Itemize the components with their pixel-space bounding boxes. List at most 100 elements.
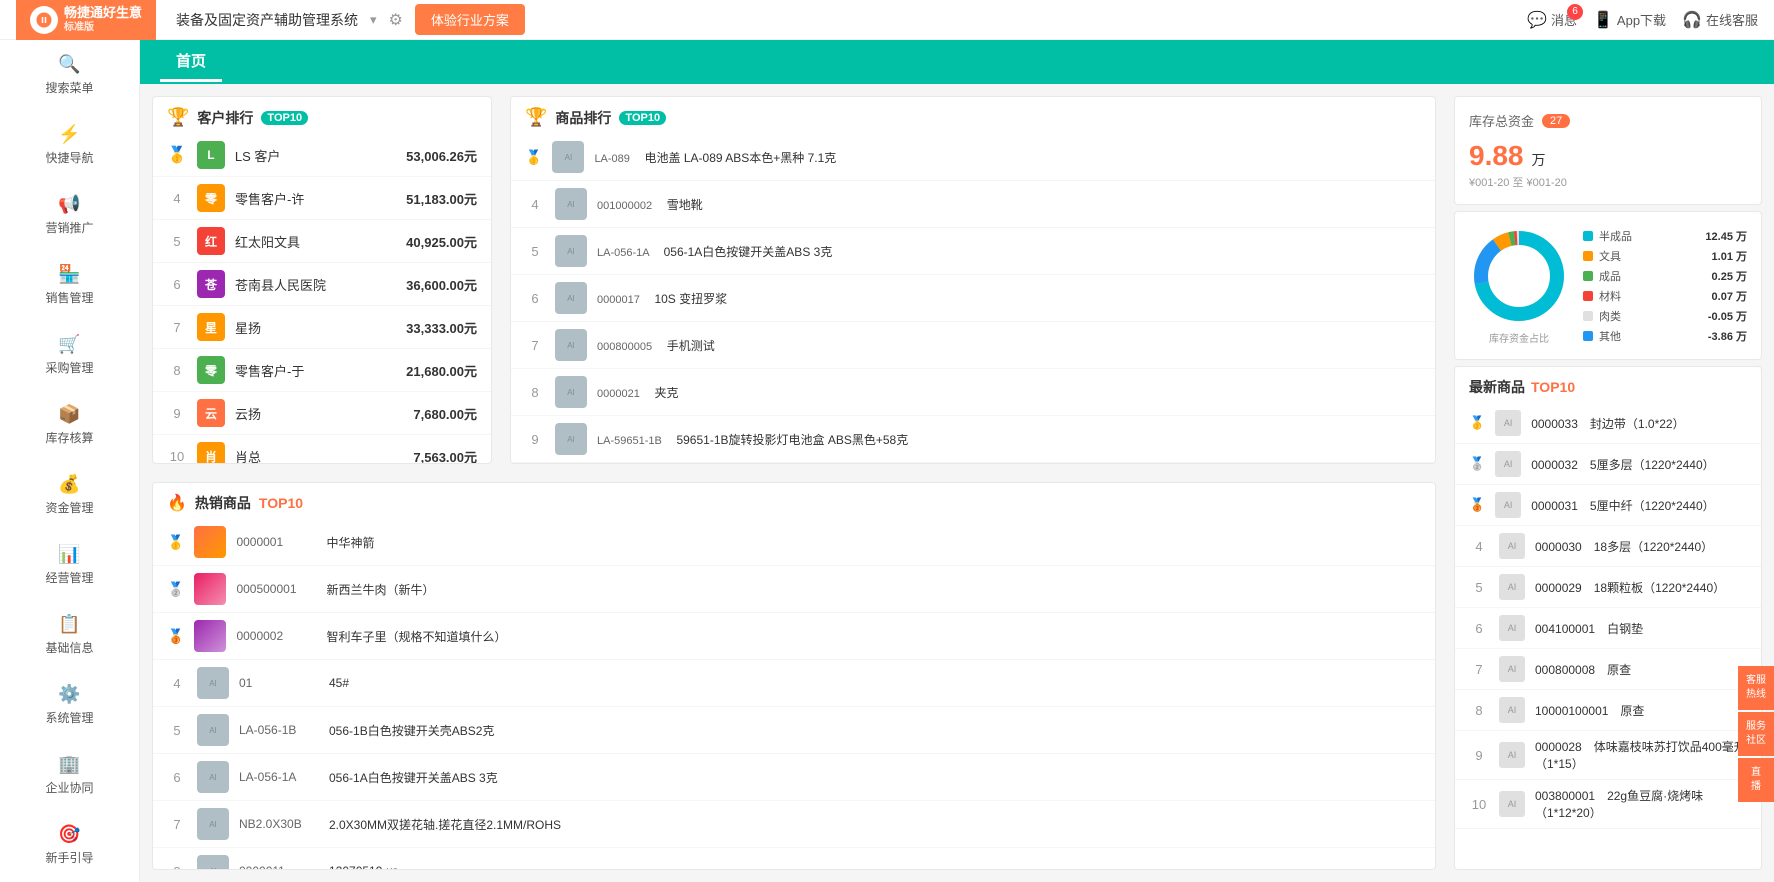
- hot-name-3: 智利车子里（规格不知道填什么）: [326, 628, 506, 645]
- p-rank-5: 7: [525, 338, 545, 353]
- customer-name-1: LS 客户: [235, 146, 396, 165]
- customer-ranking-table: 🥇 L LS 客户 53,006.26元 4 零 零售客户-许 51,183.0…: [153, 134, 491, 463]
- legend-name-material: 材料: [1599, 288, 1706, 304]
- sidebar-label-finance: 资金管理: [45, 499, 93, 516]
- online-service-btn[interactable]: 🎧 在线客服: [1682, 10, 1758, 30]
- gear-icon[interactable]: ⚙: [389, 10, 403, 30]
- hot-img-2: [194, 573, 226, 605]
- sidebar-item-newbie[interactable]: 🎯 新手引导: [0, 810, 139, 880]
- legend-value-stationery: 1.01 万: [1712, 248, 1747, 264]
- hot-name-5: 056-1B白色按键开关壳ABS2克: [329, 722, 494, 739]
- p-name-7: 59651-1B旋转投影灯电池盒 ABS黑色+58克: [676, 433, 908, 447]
- app-download-btn[interactable]: 📱 App下载: [1593, 10, 1666, 30]
- p-name-2: 雪地靴: [667, 198, 703, 212]
- sidebar-item-corp[interactable]: 🏢 企业协同: [0, 740, 139, 810]
- dropdown-arrow[interactable]: ▾: [370, 12, 377, 28]
- trophy-icon: 🏆: [167, 107, 189, 128]
- sidebar-item-base[interactable]: 📋 基础信息: [0, 600, 139, 670]
- sidebar-label-operations: 经营管理: [45, 569, 93, 586]
- live-btn[interactable]: 直播: [1738, 758, 1774, 802]
- rank-8: 10: [167, 449, 187, 464]
- sidebar-item-search[interactable]: 🔍 搜索菜单: [0, 40, 139, 110]
- customer-amount-3: 40,925.00元: [406, 232, 477, 251]
- online-service-label: 在线客服: [1706, 10, 1758, 29]
- hot-code-5: LA-056-1B: [239, 723, 319, 737]
- customer-amount-4: 36,600.00元: [406, 275, 477, 294]
- newest-medal-3: 🥉: [1469, 497, 1485, 513]
- rank-7: 9: [167, 406, 187, 421]
- avatar-7: 云: [197, 399, 225, 427]
- system-name: 装备及固定资产辅助管理系统: [176, 10, 358, 30]
- customer-row-3: 5 红 红太阳文具 40,925.00元: [153, 220, 491, 263]
- finance-icon: 💰: [58, 474, 80, 495]
- sidebar-item-finance[interactable]: 💰 资金管理: [0, 460, 139, 530]
- avatar-1: L: [197, 141, 225, 169]
- hot-code-7: NB2.0X30B: [239, 817, 319, 831]
- stock-unit: 万: [1532, 150, 1546, 170]
- hot-medal-2: 🥈: [167, 581, 184, 598]
- avatar-4: 苍: [197, 270, 225, 298]
- customer-name-5: 星扬: [235, 318, 396, 337]
- legend-value-finished: 0.25 万: [1712, 268, 1747, 284]
- p-code-4: 0000017: [597, 294, 651, 306]
- product-ranking-title: 🏆 商品排行 TOP10: [511, 97, 1435, 134]
- app-name: 畅捷通好生意: [64, 5, 142, 22]
- inventory-icon: 📦: [58, 404, 80, 425]
- avatar-2: 零: [197, 184, 225, 212]
- product-img-6: AI: [555, 376, 587, 408]
- sidebar-item-purchase[interactable]: 🛒 采购管理: [0, 320, 139, 390]
- customer-row-7: 9 云 云扬 7,680.00元: [153, 392, 491, 435]
- newest-img-2: AI: [1495, 451, 1521, 477]
- newest-info-10: 003800001 22g鱼豆腐·烧烤味（1*12*20）: [1535, 787, 1747, 821]
- legend-semifinished: 半成品 12.45 万: [1583, 228, 1747, 244]
- customer-title-text: 客户排行: [197, 108, 253, 128]
- p-code-6: 0000021: [597, 388, 651, 400]
- service-hotline-btn[interactable]: 客服热线: [1738, 666, 1774, 710]
- sidebar-label-purchase: 采购管理: [45, 359, 93, 376]
- customer-ranking-title: 🏆 客户排行 TOP10: [153, 97, 491, 134]
- newest-img-9: AI: [1499, 742, 1525, 768]
- hot-code-3: 0000002: [236, 629, 316, 643]
- hot-name-2: 新西兰牛肉（新牛）: [326, 581, 434, 598]
- rank-4: 6: [167, 277, 187, 292]
- sidebar-label-inventory: 库存核算: [45, 429, 93, 446]
- sidebar-label-base: 基础信息: [45, 639, 93, 656]
- newest-medal-1: 🥇: [1469, 415, 1485, 431]
- stock-amount: 9.88: [1469, 140, 1524, 172]
- newest-rank-7: 7: [1469, 662, 1489, 677]
- sidebar-label-newbie: 新手引导: [45, 849, 93, 866]
- newest-info-9: 0000028 体味嘉枝味苏打饮品400毫升（1*15）: [1535, 738, 1747, 772]
- newest-info-4: 0000030 18多层（1220*2440）: [1535, 538, 1747, 555]
- customer-name-6: 零售客户-于: [235, 361, 396, 380]
- p-code-2: 001000002: [597, 200, 663, 212]
- hot-row-1: 🥇 0000001 中华神箭: [153, 519, 1435, 566]
- customer-name-3: 红太阳文具: [235, 232, 396, 251]
- legend-name-stationery: 文具: [1599, 248, 1706, 264]
- p-rank-7: 9: [525, 432, 545, 447]
- legend-value-material: 0.07 万: [1712, 288, 1747, 304]
- avatar-6: 零: [197, 356, 225, 384]
- topbar-right: 💬 消息 6 📱 App下载 🎧 在线客服: [1527, 10, 1758, 30]
- sidebar-item-inventory[interactable]: 📦 库存核算: [0, 390, 139, 460]
- medal-1: 🥇: [167, 145, 187, 165]
- corp-icon: 🏢: [58, 754, 80, 775]
- hot-row-5: 5 AI LA-056-1B 056-1B白色按键开关壳ABS2克: [153, 707, 1435, 754]
- sidebar-item-marketing[interactable]: 📢 营销推广: [0, 180, 139, 250]
- message-btn[interactable]: 💬 消息 6: [1527, 10, 1577, 30]
- hot-img-5: AI: [197, 714, 229, 746]
- sidebar-item-quicknav[interactable]: ⚡ 快捷导航: [0, 110, 139, 180]
- hot-name-7: 2.0X30MM双搓花轴.搓花直径2.1MM/ROHS: [329, 816, 561, 833]
- newest-info-3: 0000031 5厘中纤（1220*2440）: [1531, 497, 1747, 514]
- sidebar-item-sales[interactable]: 🏪 销售管理: [0, 250, 139, 320]
- hot-name-6: 056-1A白色按键开关盖ABS 3克: [329, 769, 498, 786]
- legend-dot-other: [1583, 331, 1593, 341]
- service-community-btn[interactable]: 服务社区: [1738, 712, 1774, 756]
- sidebar-item-system[interactable]: ⚙️ 系统管理: [0, 670, 139, 740]
- trial-button[interactable]: 体验行业方案: [415, 4, 525, 35]
- bottom-row: 🔥 热销商品 TOP10 🥇 0000001 中华神箭: [146, 476, 1442, 876]
- home-tab[interactable]: 首页: [160, 42, 222, 82]
- p-code-1: LA-089: [594, 153, 640, 165]
- topbar: 畅捷通好生意 标准版 装备及固定资产辅助管理系统 ▾ ⚙ 体验行业方案 💬 消息…: [0, 0, 1774, 40]
- sidebar-item-operations[interactable]: 📊 经营管理: [0, 530, 139, 600]
- content-area: 首页 🏆 客户排行 TOP10: [140, 40, 1774, 882]
